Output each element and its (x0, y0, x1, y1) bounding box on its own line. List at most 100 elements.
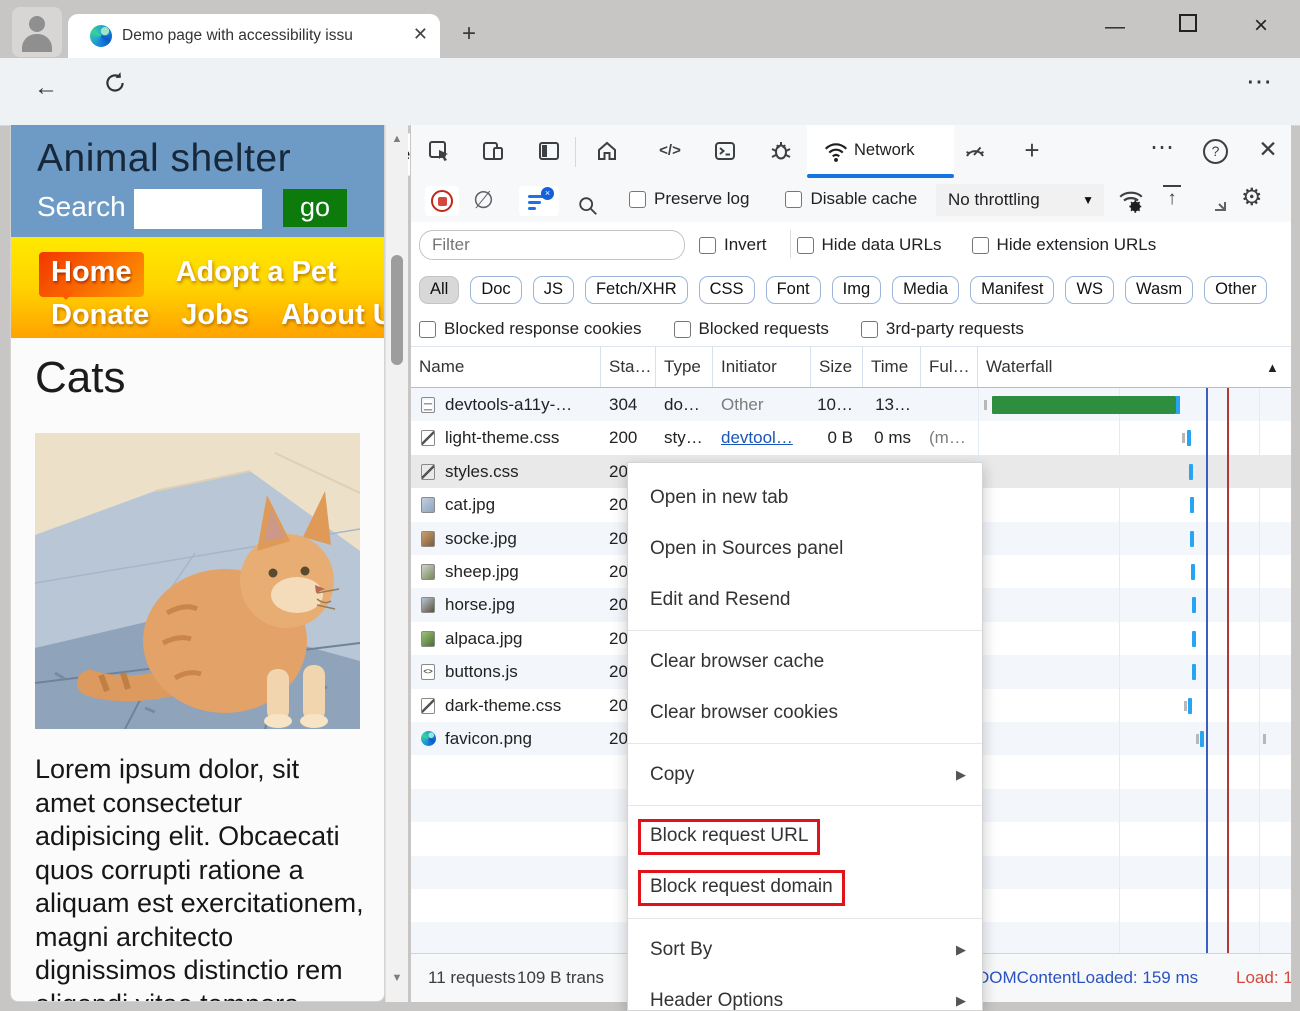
context-menu-item-clear-browser-cookies[interactable]: Clear browser cookies (628, 687, 982, 738)
nav-item-home[interactable]: Home (39, 252, 144, 297)
type-filter-fetch-xhr[interactable]: Fetch/XHR (585, 276, 688, 304)
scroll-down-icon[interactable]: ▼ (386, 972, 408, 984)
panel-layout-icon[interactable] (537, 139, 563, 165)
type-filter-manifest[interactable]: Manifest (970, 276, 1054, 304)
record-network-log-button[interactable] (425, 186, 459, 216)
preserve-log-checkbox[interactable]: Preserve log (629, 189, 749, 209)
scroll-up-icon[interactable]: ▲ (386, 133, 408, 145)
welcome-tab-home-icon[interactable] (595, 139, 621, 165)
tab-close-icon[interactable]: ✕ (413, 24, 428, 45)
elements-tab-code-icon[interactable]: </> (657, 142, 683, 168)
clear-network-log-icon[interactable]: ∅ (473, 186, 494, 216)
column-header-waterfall[interactable]: Waterfall (978, 347, 1291, 387)
type-filter-doc[interactable]: Doc (470, 276, 521, 304)
context-menu-item-block-request-url[interactable]: Block request URL (628, 811, 982, 862)
nav-item-adopt-a-pet[interactable]: Adopt a Pet (176, 256, 337, 289)
context-menu-item-clear-browser-cache[interactable]: Clear browser cache (628, 636, 982, 687)
network-filter-input[interactable] (419, 230, 685, 260)
back-button[interactable]: ← (34, 74, 58, 102)
filter-checkbox-hide-extension-urls[interactable]: Hide extension URLs (972, 235, 1157, 255)
request-name[interactable]: socke.jpg (445, 522, 601, 556)
network-request-row-devtools-a11y[interactable]: devtools-a11y-…304do…Other10…13… (411, 388, 1291, 422)
network-conditions-icon[interactable] (1117, 186, 1145, 214)
context-menu-item-copy[interactable]: Copy▶ (628, 749, 982, 800)
toolbar-more-icon[interactable]: ⋯ (1246, 66, 1272, 97)
browser-tab[interactable]: Demo page with accessibility issu ✕ (68, 14, 440, 58)
performance-gauge-icon[interactable] (963, 139, 989, 165)
nav-item-donate[interactable]: Donate (51, 299, 149, 332)
network-request-row-light-theme-css[interactable]: light-theme.css200sty…devtool…0 B0 ms(m… (411, 421, 1291, 455)
search-icon[interactable] (577, 191, 599, 221)
disable-cache-checkbox[interactable]: Disable cache (785, 189, 917, 209)
context-menu-item-header-options[interactable]: Header Options▶ (628, 975, 982, 1011)
column-header-time[interactable]: Time (863, 347, 921, 387)
request-name[interactable]: dark-theme.css (445, 689, 601, 723)
device-emulation-icon[interactable] (481, 139, 507, 165)
type-filter-js[interactable]: JS (533, 276, 574, 304)
context-menu-item-edit-and-resend[interactable]: Edit and Resend (628, 574, 982, 625)
column-header-type[interactable]: Type (656, 347, 713, 387)
devtools-help-icon[interactable]: ? (1203, 139, 1229, 165)
nav-item-about-us[interactable]: About Us (281, 299, 385, 332)
network-tab[interactable]: Network (807, 125, 954, 178)
filter-checkbox-hide-data-urls[interactable]: Hide data URLs (797, 235, 942, 255)
type-filter-css[interactable]: CSS (699, 276, 755, 304)
page-scrollbar[interactable]: ▲ ▼ (385, 125, 408, 1002)
nav-item-jobs[interactable]: Jobs (181, 299, 249, 332)
context-menu-item-block-request-domain[interactable]: Block request domain (628, 862, 982, 913)
option-checkbox-blocked-response-cookies[interactable]: Blocked response cookies (419, 319, 642, 339)
type-filter-wasm[interactable]: Wasm (1125, 276, 1193, 304)
checkbox-icon[interactable] (785, 191, 802, 208)
go-button[interactable]: go (283, 189, 347, 227)
checkbox-icon[interactable] (797, 237, 814, 254)
profile-avatar[interactable] (12, 7, 62, 57)
type-filter-ws[interactable]: WS (1065, 276, 1114, 304)
type-filter-other[interactable]: Other (1204, 276, 1267, 304)
request-name[interactable]: light-theme.css (445, 421, 601, 455)
checkbox-icon[interactable] (861, 321, 878, 338)
request-type[interactable]: sty… (664, 421, 713, 455)
checkbox-icon[interactable] (674, 321, 691, 338)
checkbox-icon[interactable] (699, 237, 716, 254)
scrollbar-thumb[interactable] (391, 255, 403, 365)
maximize-button[interactable] (1173, 14, 1203, 38)
filter-checkbox-invert[interactable]: Invert (699, 235, 767, 255)
option-checkbox-blocked-requests[interactable]: Blocked requests (674, 319, 829, 339)
devtools-more-options-icon[interactable]: ⋯ (1149, 133, 1175, 159)
initiator[interactable]: devtool… (721, 421, 811, 455)
request-name[interactable]: sheep.jpg (445, 555, 601, 589)
close-window-button[interactable]: × (1246, 12, 1276, 40)
checkbox-icon[interactable] (419, 321, 436, 338)
issues-tab-bug-icon[interactable] (769, 139, 795, 165)
console-tab-icon[interactable] (713, 139, 739, 165)
type-filter-media[interactable]: Media (892, 276, 959, 304)
request-name[interactable]: horse.jpg (445, 588, 601, 622)
export-har-icon[interactable] (1213, 198, 1227, 212)
column-header-sta[interactable]: Sta… (601, 347, 656, 387)
devtools-close-icon[interactable]: ✕ (1255, 136, 1281, 162)
status-code[interactable]: 200 (609, 421, 656, 455)
context-menu-item-sort-by[interactable]: Sort By▶ (628, 924, 982, 975)
request-name[interactable]: styles.css (445, 455, 601, 489)
request-name[interactable]: alpaca.jpg (445, 622, 601, 656)
request-name[interactable]: favicon.png (445, 722, 601, 756)
column-header-initiator[interactable]: Initiator (713, 347, 811, 387)
import-har-icon[interactable]: ↑ (1163, 185, 1181, 210)
type-filter-img[interactable]: Img (832, 276, 882, 304)
column-header-size[interactable]: Size (811, 347, 863, 387)
request-name[interactable]: devtools-a11y-… (445, 388, 601, 422)
request-type[interactable]: do… (664, 388, 713, 422)
filter-toggle-button[interactable]: × (519, 186, 559, 216)
inspect-icon[interactable] (427, 139, 453, 165)
type-filter-all[interactable]: All (419, 276, 459, 304)
initiator[interactable]: Other (721, 388, 811, 422)
context-menu-item-open-in-new-tab[interactable]: Open in new tab (628, 472, 982, 523)
new-tab-button[interactable]: + (462, 20, 476, 48)
checkbox-icon[interactable] (629, 191, 646, 208)
status-code[interactable]: 304 (609, 388, 656, 422)
column-header-name[interactable]: Name (411, 347, 601, 387)
throttling-select[interactable]: No throttling ▼ (936, 184, 1104, 216)
more-tabs-plus-icon[interactable]: + (1019, 135, 1045, 161)
column-header-ful[interactable]: Ful… (921, 347, 978, 387)
request-name[interactable]: cat.jpg (445, 488, 601, 522)
